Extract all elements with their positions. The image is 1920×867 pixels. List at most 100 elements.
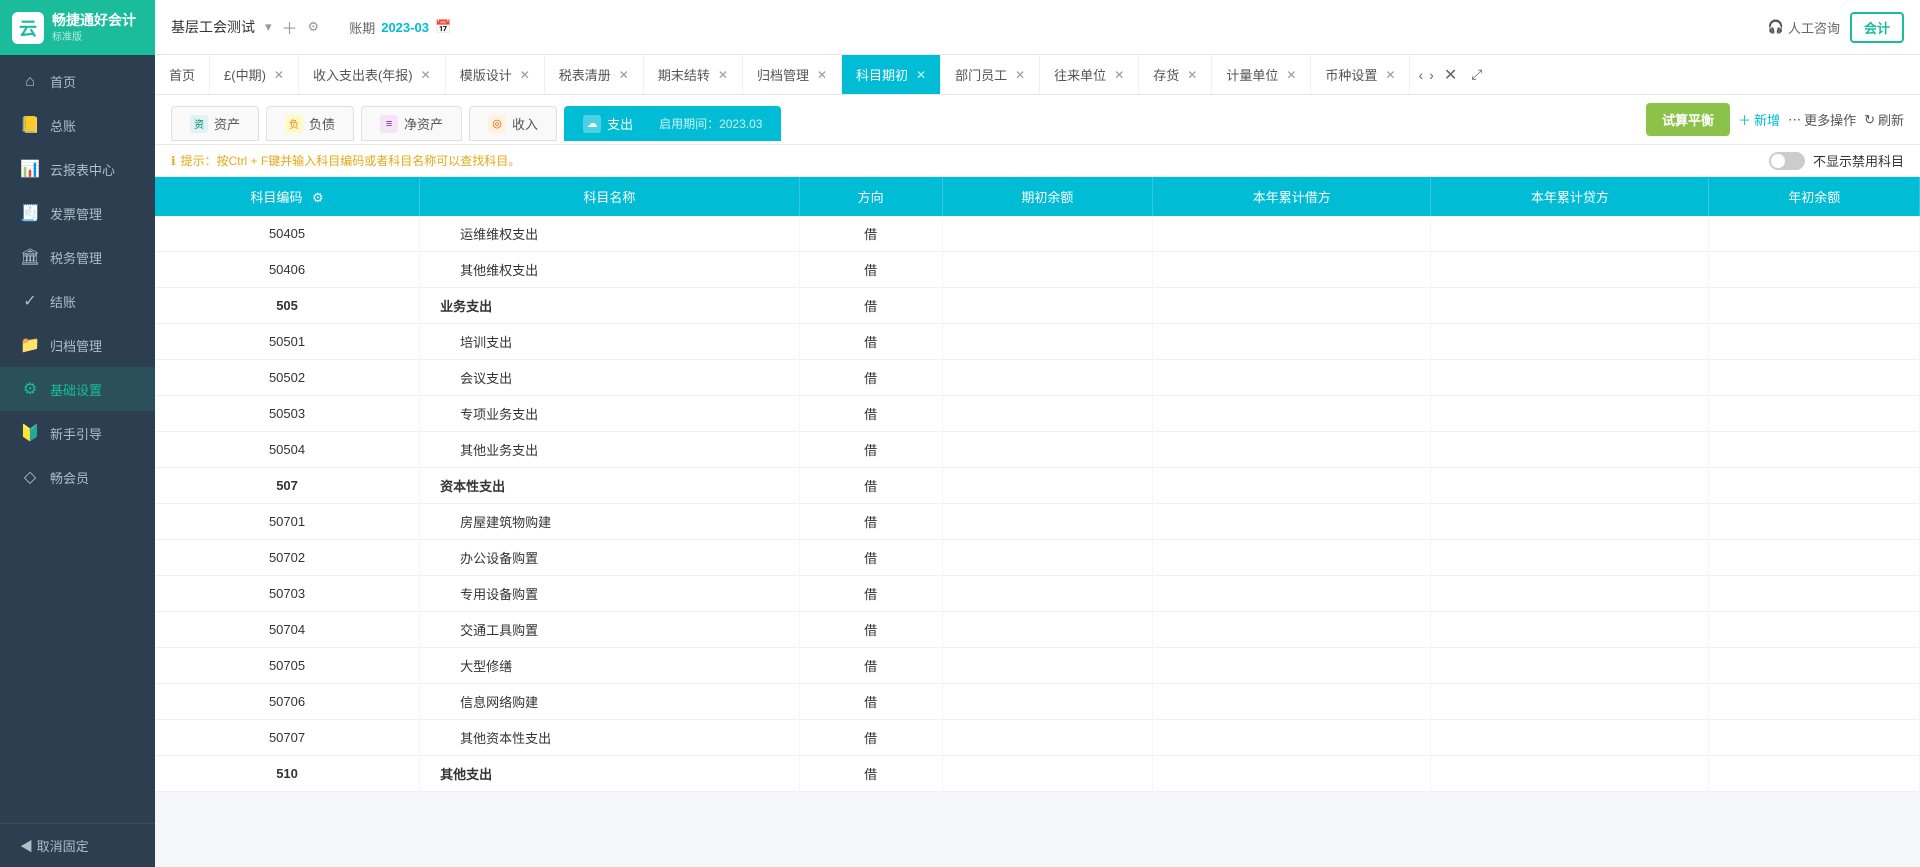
settings-gear-icon[interactable]: ⚙	[308, 19, 320, 35]
cell-credit-ytd	[1431, 288, 1709, 324]
add-tab-button[interactable]: ＋	[282, 15, 298, 39]
tab-dept-close[interactable]: ✕	[1015, 68, 1025, 82]
tab-period[interactable]: £(中期) ✕	[210, 55, 299, 94]
cell-opening	[942, 396, 1153, 432]
cell-opening	[942, 612, 1153, 648]
tab-home[interactable]: 首页	[155, 55, 210, 94]
cell-credit-ytd	[1431, 612, 1709, 648]
tab-archive[interactable]: 归档管理 ✕	[743, 55, 842, 94]
tab-prev-button[interactable]: ‹	[1416, 65, 1425, 85]
cell-year-opening	[1709, 720, 1920, 756]
subtabs-group: 资 资产 负 负债 ≡ 净资产 ◎ 收入 ☁ 支出 启用	[171, 106, 1646, 141]
cell-direction: 借	[799, 252, 942, 288]
cell-year-opening	[1709, 540, 1920, 576]
tab-yearend-close[interactable]: ✕	[718, 68, 728, 82]
sidebar-pin-button[interactable]: ◀ 取消固定	[0, 823, 155, 867]
cell-code: 50501	[155, 324, 420, 360]
subtab-income[interactable]: ◎ 收入	[469, 106, 557, 141]
sidebar-item-settings[interactable]: ⚙ 基础设置	[0, 367, 155, 411]
cell-code: 50703	[155, 576, 420, 612]
table-container: 科目编码 ⚙ 科目名称 方向 期初余额 本年累计借方 本年累计贷方 年初余额 5…	[155, 177, 1920, 867]
table-row: 50702办公设备购置借	[155, 540, 1920, 576]
tab-template-close[interactable]: ✕	[520, 68, 530, 82]
tab-subject-close[interactable]: ✕	[916, 68, 926, 82]
sidebar-item-invoice[interactable]: 🧾 发票管理	[0, 191, 155, 235]
tab-inventory-close[interactable]: ✕	[1187, 68, 1197, 82]
cell-opening	[942, 432, 1153, 468]
cell-debit-ytd	[1153, 540, 1431, 576]
account-button[interactable]: 会计	[1850, 12, 1904, 43]
app-logo-icon: 云	[12, 12, 44, 44]
tab-inventory[interactable]: 存货 ✕	[1139, 55, 1212, 94]
sidebar-item-home[interactable]: ⌂ 首页	[0, 60, 155, 103]
cell-direction: 借	[799, 288, 942, 324]
tab-taxclear-close[interactable]: ✕	[619, 68, 629, 82]
disable-toggle[interactable]	[1769, 152, 1805, 170]
cell-year-opening	[1709, 396, 1920, 432]
sidebar-item-member[interactable]: ◇ 畅会员	[0, 455, 155, 499]
tab-partner-close[interactable]: ✕	[1114, 68, 1124, 82]
cell-opening	[942, 684, 1153, 720]
tab-expand-button[interactable]: ⤢	[1465, 64, 1488, 85]
subtab-net[interactable]: ≡ 净资产	[361, 106, 462, 141]
cell-opening	[942, 720, 1153, 756]
tab-yearend[interactable]: 期末结转 ✕	[644, 55, 743, 94]
cell-debit-ytd	[1153, 216, 1431, 252]
calendar-icon[interactable]: 📅	[435, 19, 451, 35]
tab-currency-close[interactable]: ✕	[1385, 68, 1395, 82]
tab-yearend-label: 期末结转	[658, 65, 710, 84]
tab-currency[interactable]: 币种设置 ✕	[1311, 55, 1410, 94]
sidebar-item-archive[interactable]: 📁 归档管理	[0, 323, 155, 367]
settings-icon: ⚙	[20, 379, 40, 399]
balance-button[interactable]: 试算平衡	[1646, 103, 1730, 136]
add-button[interactable]: ＋ 新增	[1738, 110, 1780, 129]
tab-next-button[interactable]: ›	[1427, 65, 1436, 85]
tab-dept[interactable]: 部门员工 ✕	[941, 55, 1040, 94]
sidebar-item-guide[interactable]: 🔰 新手引导	[0, 411, 155, 455]
table-row: 50504其他业务支出借	[155, 432, 1920, 468]
checkout-icon: ✓	[20, 291, 40, 311]
sidebar-item-report[interactable]: 📊 云报表中心	[0, 147, 155, 191]
cell-opening	[942, 216, 1153, 252]
tab-home-label: 首页	[169, 65, 195, 84]
table-row: 50706信息网络购建借	[155, 684, 1920, 720]
app-logo-text: 畅捷通好会计 标准版	[52, 12, 136, 44]
tab-unit-close[interactable]: ✕	[1286, 68, 1296, 82]
cell-debit-ytd	[1153, 324, 1431, 360]
table-row: 507资本性支出借	[155, 468, 1920, 504]
tab-template[interactable]: 模版设计 ✕	[446, 55, 545, 94]
dropdown-icon[interactable]: ▾	[265, 19, 272, 35]
cell-code: 50706	[155, 684, 420, 720]
tab-subject[interactable]: 科目期初 ✕	[842, 55, 941, 94]
cell-code: 50707	[155, 720, 420, 756]
report-icon: 📊	[20, 159, 40, 179]
tip-text: ℹ 提示：按Ctrl + F键并输入科目编码或者科目名称可以查找科目。	[171, 152, 520, 169]
col-settings-icon[interactable]: ⚙	[312, 190, 324, 205]
tab-archive-close[interactable]: ✕	[817, 68, 827, 82]
cell-opening	[942, 504, 1153, 540]
more-button[interactable]: ⋯ 更多操作	[1788, 110, 1856, 129]
tab-inventory-label: 存货	[1153, 65, 1179, 84]
support-button[interactable]: 🎧 人工咨询	[1768, 18, 1840, 37]
tab-partner[interactable]: 往来单位 ✕	[1040, 55, 1139, 94]
sidebar-item-tax[interactable]: 🏛 税务管理	[0, 235, 155, 279]
cell-opening	[942, 360, 1153, 396]
sidebar-item-checkout[interactable]: ✓ 结账	[0, 279, 155, 323]
table-row: 50502会议支出借	[155, 360, 1920, 396]
cell-direction: 借	[799, 540, 942, 576]
tab-unit[interactable]: 计量单位 ✕	[1212, 55, 1311, 94]
subtab-asset[interactable]: 资 资产	[171, 106, 259, 141]
tab-taxclear[interactable]: 税表清册 ✕	[545, 55, 644, 94]
tab-period-close[interactable]: ✕	[274, 68, 284, 82]
tab-income[interactable]: 收入支出表(年报) ✕	[299, 55, 446, 94]
tab-close-all-button[interactable]: ✕	[1438, 63, 1463, 87]
subtab-liability[interactable]: 负 负债	[266, 106, 354, 141]
table-row: 510其他支出借	[155, 756, 1920, 792]
cell-credit-ytd	[1431, 396, 1709, 432]
refresh-button[interactable]: ↻ 刷新	[1864, 110, 1904, 129]
cell-name: 信息网络购建	[420, 684, 800, 720]
sidebar-item-ledger[interactable]: 📒 总账	[0, 103, 155, 147]
sidebar-item-label: 首页	[50, 72, 76, 91]
tab-income-close[interactable]: ✕	[421, 68, 431, 82]
subtab-expense[interactable]: ☁ 支出 启用期间：2023.03	[564, 106, 781, 141]
